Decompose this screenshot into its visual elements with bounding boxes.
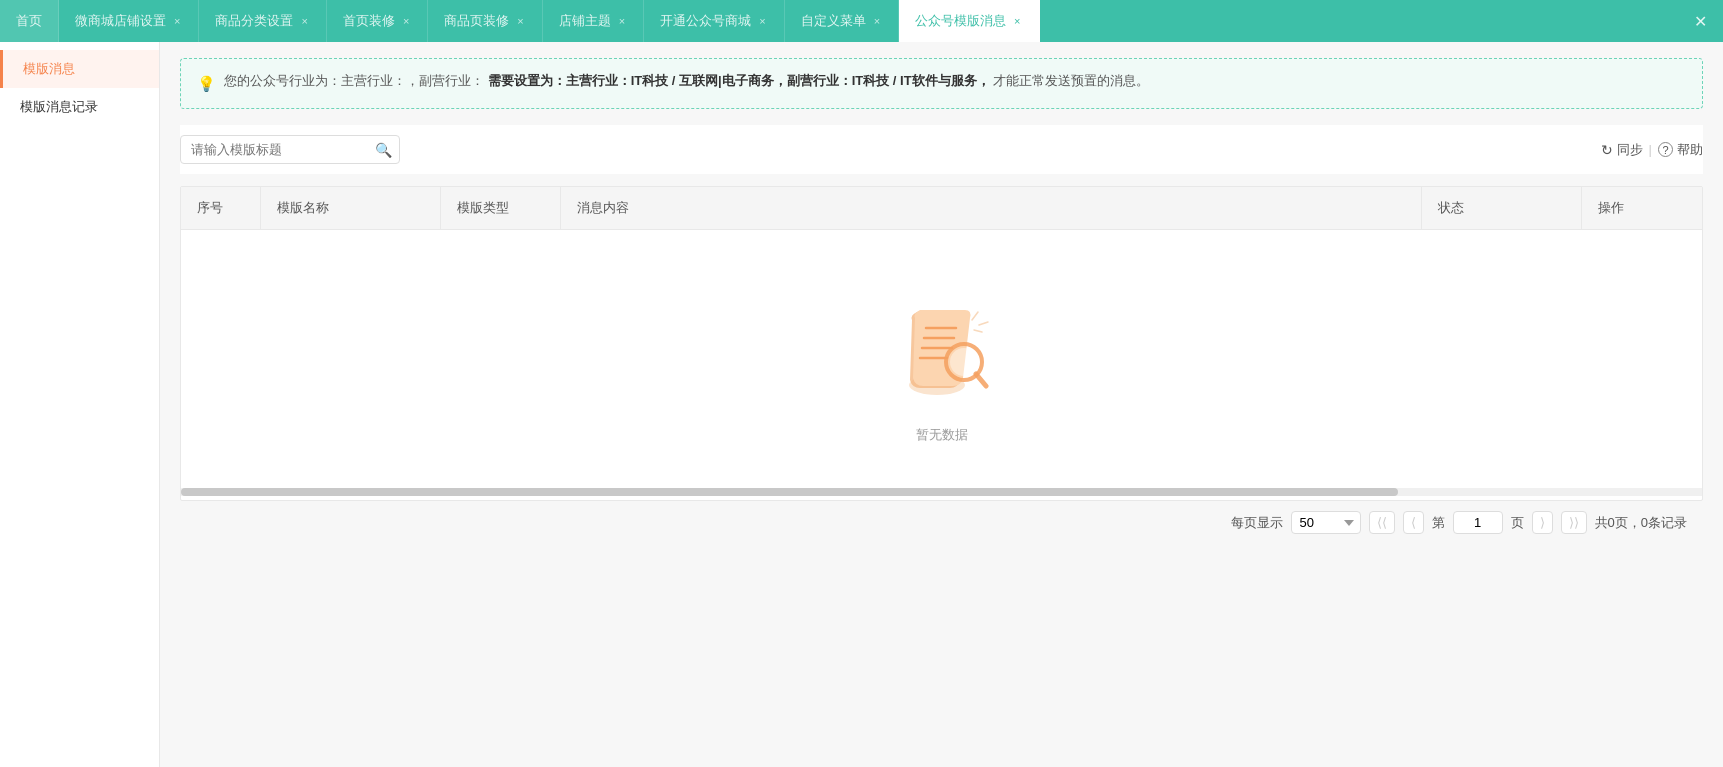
empty-text: 暂无数据 bbox=[916, 426, 968, 444]
first-page-button[interactable]: ⟨⟨ bbox=[1369, 511, 1395, 534]
page-word: 第 bbox=[1432, 514, 1445, 532]
tab-template-message-close[interactable]: × bbox=[1012, 15, 1022, 27]
tab-custom-menu[interactable]: 自定义菜单 × bbox=[785, 0, 899, 42]
help-button[interactable]: ? 帮助 bbox=[1658, 141, 1703, 159]
help-label: 帮助 bbox=[1677, 141, 1703, 159]
tab-custom-menu-close[interactable]: × bbox=[872, 15, 882, 27]
tab-category-settings-label: 商品分类设置 bbox=[215, 12, 293, 30]
search-left: 🔍 bbox=[180, 135, 400, 164]
tab-home-decoration-label: 首页装修 bbox=[343, 12, 395, 30]
col-index: 序号 bbox=[181, 187, 261, 229]
search-right: ↻ 同步 | ? 帮助 bbox=[1601, 141, 1703, 159]
notice-text: 您的公众号行业为：主营行业：，副营行业： 需要设置为：主营行业：IT科技 / 互… bbox=[224, 71, 1149, 92]
tab-product-decoration-close[interactable]: × bbox=[515, 15, 525, 27]
col-name: 模版名称 bbox=[261, 187, 441, 229]
search-input-wrap: 🔍 bbox=[180, 135, 400, 164]
sidebar-item-template-message-record-label: 模版消息记录 bbox=[20, 99, 98, 114]
scrollbar-thumb[interactable] bbox=[181, 488, 1398, 496]
col-status: 状态 bbox=[1422, 187, 1582, 229]
notice-text-suffix: 才能正常发送预置的消息。 bbox=[993, 73, 1149, 88]
tab-home[interactable]: 首页 bbox=[0, 0, 59, 42]
empty-icon bbox=[882, 290, 1002, 410]
tab-template-message[interactable]: 公众号模版消息 × bbox=[899, 0, 1039, 42]
svg-line-7 bbox=[976, 374, 986, 386]
action-divider: | bbox=[1649, 142, 1652, 157]
prev-page-button[interactable]: ⟨ bbox=[1403, 511, 1424, 534]
svg-line-9 bbox=[979, 322, 988, 325]
tab-shop-theme-label: 店铺主题 bbox=[559, 12, 611, 30]
table-header: 序号 模版名称 模版类型 消息内容 状态 操作 bbox=[181, 187, 1702, 230]
tab-open-mall-label: 开通公众号商城 bbox=[660, 12, 751, 30]
sync-button[interactable]: ↻ 同步 bbox=[1601, 141, 1643, 159]
global-close-button[interactable]: ✕ bbox=[1678, 12, 1723, 31]
empty-state: 暂无数据 bbox=[181, 230, 1702, 484]
next-page-button[interactable]: ⟩ bbox=[1532, 511, 1553, 534]
notice-banner: 💡 您的公众号行业为：主营行业：，副营行业： 需要设置为：主营行业：IT科技 /… bbox=[180, 58, 1703, 109]
tab-bar: 首页 微商城店铺设置 × 商品分类设置 × 首页装修 × 商品页装修 × 店铺主… bbox=[0, 0, 1723, 42]
svg-line-8 bbox=[972, 312, 978, 320]
tab-shop-settings-close[interactable]: × bbox=[172, 15, 182, 27]
page-unit: 页 bbox=[1511, 514, 1524, 532]
sidebar-item-template-message[interactable]: 模版消息 bbox=[0, 50, 159, 88]
notice-highlight: 需要设置为：主营行业：IT科技 / 互联网|电子商务，副营行业：IT科技 / I… bbox=[488, 73, 990, 88]
main-layout: 模版消息 模版消息记录 💡 您的公众号行业为：主营行业：，副营行业： 需要设置为… bbox=[0, 42, 1723, 767]
sync-label: 同步 bbox=[1617, 141, 1643, 159]
page-input[interactable] bbox=[1453, 511, 1503, 534]
sidebar-item-template-message-label: 模版消息 bbox=[23, 61, 75, 76]
tab-home-decoration[interactable]: 首页装修 × bbox=[327, 0, 428, 42]
sidebar-item-template-message-record[interactable]: 模版消息记录 bbox=[0, 88, 159, 126]
col-action: 操作 bbox=[1582, 187, 1702, 229]
tab-product-decoration-label: 商品页装修 bbox=[444, 12, 509, 30]
tab-home-label: 首页 bbox=[16, 12, 42, 30]
sync-icon: ↻ bbox=[1601, 142, 1613, 158]
data-table: 序号 模版名称 模版类型 消息内容 状态 操作 bbox=[180, 186, 1703, 501]
page-size-select[interactable]: 50 10 20 100 bbox=[1291, 511, 1361, 534]
page-size-label: 每页显示 bbox=[1231, 514, 1283, 532]
pagination: 每页显示 50 10 20 100 ⟨⟨ ⟨ 第 页 ⟩ ⟩⟩ 共0页，0条记录 bbox=[180, 501, 1703, 544]
svg-line-10 bbox=[974, 330, 982, 332]
tab-open-mall-close[interactable]: × bbox=[757, 15, 767, 27]
help-icon: ? bbox=[1658, 142, 1673, 157]
tab-shop-settings-label: 微商城店铺设置 bbox=[75, 12, 166, 30]
search-icon[interactable]: 🔍 bbox=[375, 142, 392, 158]
tab-product-decoration[interactable]: 商品页装修 × bbox=[428, 0, 542, 42]
tab-shop-settings[interactable]: 微商城店铺设置 × bbox=[59, 0, 199, 42]
svg-point-6 bbox=[950, 348, 978, 376]
tab-home-decoration-close[interactable]: × bbox=[401, 15, 411, 27]
tab-custom-menu-label: 自定义菜单 bbox=[801, 12, 866, 30]
search-input[interactable] bbox=[180, 135, 400, 164]
col-type: 模版类型 bbox=[441, 187, 561, 229]
col-content: 消息内容 bbox=[561, 187, 1422, 229]
bulb-icon: 💡 bbox=[197, 72, 216, 96]
tab-shop-theme-close[interactable]: × bbox=[617, 15, 627, 27]
tab-template-message-label: 公众号模版消息 bbox=[915, 12, 1006, 30]
tab-open-mall[interactable]: 开通公众号商城 × bbox=[644, 0, 784, 42]
sidebar: 模版消息 模版消息记录 bbox=[0, 42, 160, 767]
last-page-button[interactable]: ⟩⟩ bbox=[1561, 511, 1587, 534]
total-label: 共0页，0条记录 bbox=[1595, 514, 1687, 532]
notice-text-prefix: 您的公众号行业为：主营行业：，副营行业： bbox=[224, 73, 484, 88]
content-area: 💡 您的公众号行业为：主营行业：，副营行业： 需要设置为：主营行业：IT科技 /… bbox=[160, 42, 1723, 767]
horizontal-scrollbar[interactable] bbox=[181, 488, 1702, 496]
search-bar: 🔍 ↻ 同步 | ? 帮助 bbox=[180, 125, 1703, 174]
tab-category-settings[interactable]: 商品分类设置 × bbox=[199, 0, 326, 42]
tab-category-settings-close[interactable]: × bbox=[299, 15, 309, 27]
tab-shop-theme[interactable]: 店铺主题 × bbox=[543, 0, 644, 42]
